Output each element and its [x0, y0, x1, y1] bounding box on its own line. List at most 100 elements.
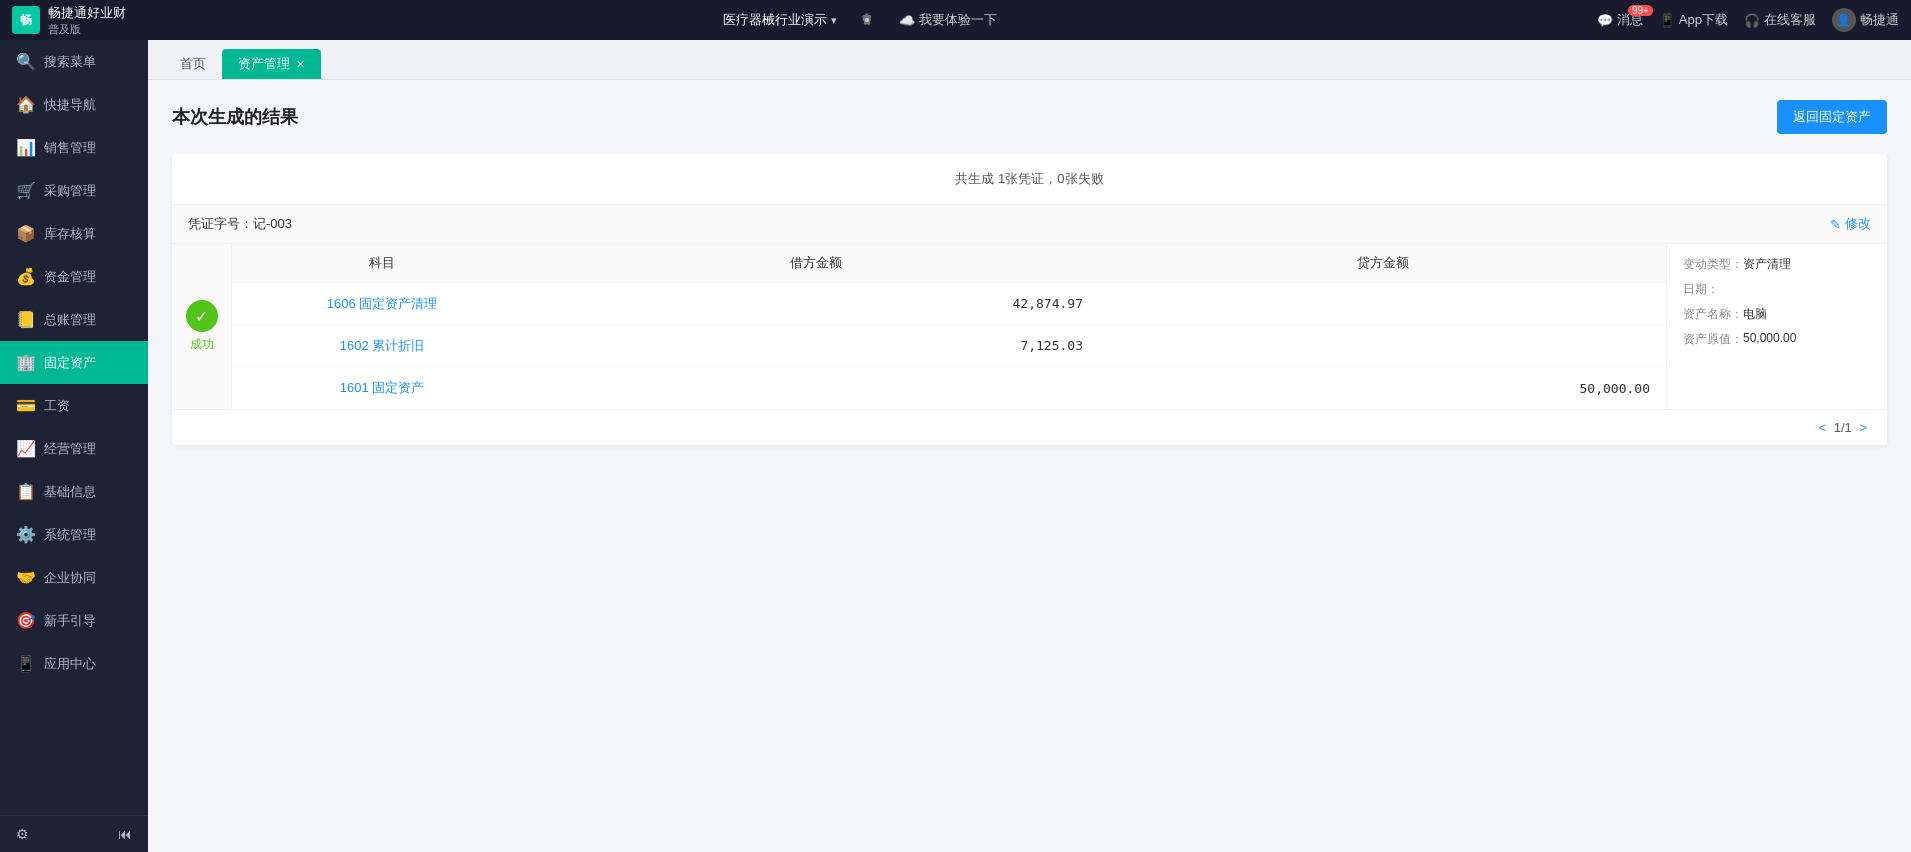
cell-credit-2: 50,000.00	[1099, 367, 1666, 409]
home-icon: 🏠	[16, 95, 36, 114]
pagination-info: 1/1	[1830, 420, 1855, 435]
result-summary: 共生成 1张凭证，0张失败	[172, 154, 1887, 205]
sidebar: 🔍 搜索菜单 🏠 快捷导航 📊 销售管理 🛒 采购管理 📦 库存核算 💰 资金管…	[0, 40, 148, 852]
side-panel-change-type: 变动类型： 资产清理	[1683, 256, 1871, 273]
voucher-table: 科目 借方金额 贷方金额 1606 固定资产清理 42,874.97 1602 …	[232, 244, 1667, 409]
sidebar-item-collaboration[interactable]: 🤝 企业协同	[0, 556, 148, 599]
headset-icon: 🎧	[1744, 13, 1760, 28]
trending-icon: 📈	[16, 439, 36, 458]
edit-button[interactable]: ✎ 修改	[1830, 215, 1871, 233]
trial-button[interactable]: ☁️ 我要体验一下	[889, 7, 1007, 33]
cell-debit-2	[532, 367, 1099, 409]
sidebar-item-fixed-assets[interactable]: 🏢 固定资产	[0, 341, 148, 384]
tab-asset-mgmt[interactable]: 资产管理 ✕	[222, 49, 321, 79]
return-button[interactable]: 返回固定资产	[1777, 100, 1887, 134]
sidebar-item-label: 采购管理	[44, 182, 96, 200]
sidebar-item-label: 企业协同	[44, 569, 96, 587]
content-area: 首页 资产管理 ✕ 本次生成的结果 返回固定资产 共生成 1张凭证，0张失败 凭…	[148, 40, 1911, 852]
top-header: 畅 畅捷通好业财 普及版 医疗器械行业演示 ▾ ☁️ 我要体验一下 💬 消息 9…	[0, 0, 1911, 40]
date-label: 日期：	[1683, 281, 1743, 298]
mobile-icon: 📱	[16, 654, 36, 673]
success-icon: ✓	[186, 300, 218, 332]
sidebar-item-guide[interactable]: 🎯 新手引导	[0, 599, 148, 642]
sidebar-item-label: 新手引导	[44, 612, 96, 630]
book-icon: 📒	[16, 310, 36, 329]
app-info: 畅捷通好业财 普及版	[48, 4, 126, 37]
settings-button[interactable]	[853, 6, 881, 34]
app-download-button[interactable]: 📱 App下载	[1659, 11, 1728, 29]
user-menu[interactable]: 👤 畅捷通	[1832, 8, 1899, 32]
customer-service-button[interactable]: 🎧 在线客服	[1744, 11, 1816, 29]
col-header-debit: 借方金额	[532, 244, 1099, 282]
cell-debit-1: 7,125.03	[532, 325, 1099, 366]
change-type-value: 资产清理	[1743, 256, 1791, 273]
messages-badge: 99+	[1628, 5, 1653, 16]
edit-icon: ✎	[1830, 217, 1841, 232]
sidebar-item-operations[interactable]: 📈 经营管理	[0, 427, 148, 470]
settings-footer-button[interactable]: ⚙	[16, 826, 29, 842]
chevron-down-icon: ▾	[831, 14, 837, 27]
app-download-label: App下载	[1679, 11, 1728, 29]
change-type-label: 变动类型：	[1683, 256, 1743, 273]
sidebar-item-finance[interactable]: 💰 资金管理	[0, 255, 148, 298]
result-card: 共生成 1张凭证，0张失败 凭证字号：记-003 ✎ 修改 ✓ 成功	[172, 154, 1887, 445]
page-title: 本次生成的结果	[172, 105, 298, 129]
sidebar-item-inventory[interactable]: 📦 库存核算	[0, 212, 148, 255]
username: 畅捷通	[1860, 11, 1899, 29]
download-icon: 📱	[1659, 13, 1675, 28]
cell-subject-0: 1606 固定资产清理	[232, 283, 532, 324]
top-right-controls: 💬 消息 99+ 📱 App下载 🎧 在线客服 👤 畅捷通	[1597, 8, 1899, 32]
tab-close-icon[interactable]: ✕	[296, 58, 305, 71]
cell-subject-2: 1601 固定资产	[232, 367, 532, 409]
money-icon: 💰	[16, 267, 36, 286]
sidebar-item-system[interactable]: ⚙️ 系统管理	[0, 513, 148, 556]
sidebar-item-sales[interactable]: 📊 销售管理	[0, 126, 148, 169]
status-text: 成功	[190, 336, 214, 353]
collapse-sidebar-button[interactable]: ⏮	[118, 826, 132, 842]
customer-service-label: 在线客服	[1764, 11, 1816, 29]
sidebar-item-label: 系统管理	[44, 526, 96, 544]
target-icon: 🎯	[16, 611, 36, 630]
voucher-header: 凭证字号：记-003 ✎ 修改	[172, 205, 1887, 244]
col-header-credit: 贷方金额	[1099, 244, 1666, 282]
app-edition: 普及版	[48, 22, 126, 37]
sidebar-item-label: 快捷导航	[44, 96, 96, 114]
cell-credit-0	[1099, 283, 1666, 324]
sidebar-item-label: 工资	[44, 397, 70, 415]
tab-home[interactable]: 首页	[164, 49, 222, 79]
original-value-label: 资产原值：	[1683, 331, 1743, 348]
sidebar-item-quick-nav[interactable]: 🏠 快捷导航	[0, 83, 148, 126]
messages-button[interactable]: 💬 消息 99+	[1597, 11, 1643, 29]
sidebar-item-payroll[interactable]: 💳 工资	[0, 384, 148, 427]
prev-page-button[interactable]: <	[1815, 420, 1831, 435]
sidebar-item-label: 搜索菜单	[44, 53, 96, 71]
tab-bar: 首页 资产管理 ✕	[148, 40, 1911, 80]
voucher-side-panel: 变动类型： 资产清理 日期： 资产名称： 电脑	[1667, 244, 1887, 409]
sidebar-item-purchase[interactable]: 🛒 采购管理	[0, 169, 148, 212]
sidebar-item-label: 基础信息	[44, 483, 96, 501]
sidebar-item-label: 资金管理	[44, 268, 96, 286]
handshake-icon: 🤝	[16, 568, 36, 587]
cell-debit-0: 42,874.97	[532, 283, 1099, 324]
cell-credit-1	[1099, 325, 1666, 366]
sidebar-item-app-center[interactable]: 📱 应用中心	[0, 642, 148, 685]
company-selector[interactable]: 医疗器械行业演示 ▾	[715, 7, 845, 33]
cell-subject-1: 1602 累计折旧	[232, 325, 532, 366]
voucher-number: 凭证字号：记-003	[188, 215, 292, 233]
asset-name-label: 资产名称：	[1683, 306, 1743, 323]
app-branding: 畅 畅捷通好业财 普及版	[12, 4, 126, 37]
sidebar-item-search[interactable]: 🔍 搜索菜单	[0, 40, 148, 83]
card-icon: 💳	[16, 396, 36, 415]
chart-icon: 📊	[16, 138, 36, 157]
sidebar-item-label: 销售管理	[44, 139, 96, 157]
next-page-button[interactable]: >	[1855, 420, 1871, 435]
page-content: 本次生成的结果 返回固定资产 共生成 1张凭证，0张失败 凭证字号：记-003 …	[148, 80, 1911, 852]
sidebar-item-basics[interactable]: 📋 基础信息	[0, 470, 148, 513]
sidebar-item-label: 总账管理	[44, 311, 96, 329]
page-header: 本次生成的结果 返回固定资产	[172, 100, 1887, 134]
sidebar-item-ledger[interactable]: 📒 总账管理	[0, 298, 148, 341]
table-row: 1602 累计折旧 7,125.03	[232, 325, 1666, 367]
app-logo-icon: 畅	[12, 6, 40, 34]
message-icon: 💬	[1597, 13, 1613, 28]
side-panel-asset-name: 资产名称： 电脑	[1683, 306, 1871, 323]
